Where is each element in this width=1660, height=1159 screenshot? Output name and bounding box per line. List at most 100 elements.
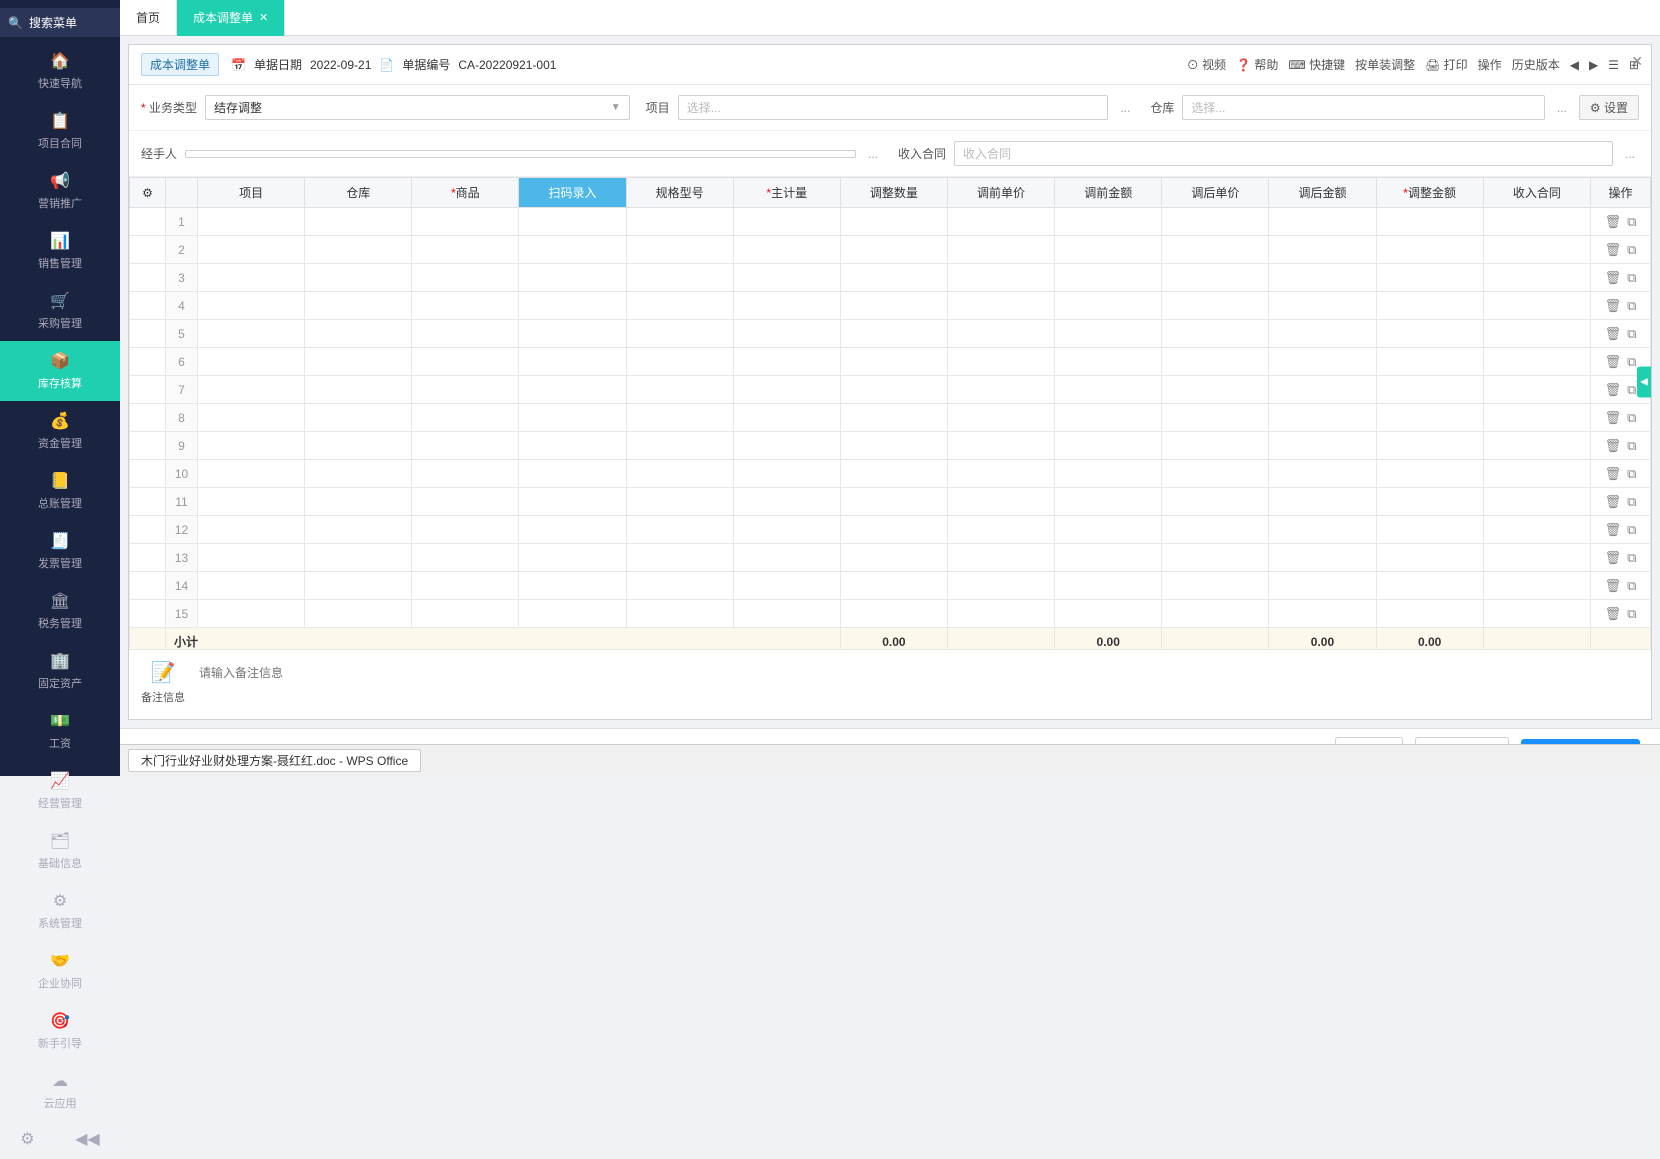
warehouse-input[interactable]: 选择... xyxy=(1182,95,1545,120)
row-adj-amount-cell[interactable] xyxy=(1376,208,1483,236)
row-project-cell[interactable] xyxy=(198,516,305,544)
sidebar-settings-icon[interactable]: ⚙ xyxy=(20,1129,34,1149)
row-post-unit-price-cell[interactable] xyxy=(1162,208,1269,236)
row-pre-amount-cell[interactable] xyxy=(1055,460,1162,488)
row-warehouse-cell[interactable] xyxy=(305,320,412,348)
row-post-unit-price-cell[interactable] xyxy=(1162,516,1269,544)
row-project-cell[interactable] xyxy=(198,600,305,628)
row-pre-unit-price-cell[interactable] xyxy=(947,208,1054,236)
row-adj-qty-cell[interactable] xyxy=(840,488,947,516)
row-adj-amount-cell[interactable] xyxy=(1376,292,1483,320)
sidebar-item-cloud-apps[interactable]: ☁ 云应用 xyxy=(0,1061,120,1121)
row-product-cell[interactable] xyxy=(412,208,519,236)
sidebar-item-ops-mgmt[interactable]: 📈 经营管理 xyxy=(0,761,120,821)
nav-prev-icon[interactable]: ◀ xyxy=(1570,58,1579,72)
row-delete-icon[interactable]: 🗑 xyxy=(1605,214,1622,230)
row-main-qty-cell[interactable] xyxy=(733,208,840,236)
row-delete-icon[interactable]: 🗑 xyxy=(1605,606,1622,622)
sidebar-item-basic-info[interactable]: 🗂 基础信息 xyxy=(0,821,120,881)
row-post-unit-price-cell[interactable] xyxy=(1162,264,1269,292)
row-pre-amount-cell[interactable] xyxy=(1055,292,1162,320)
notes-input[interactable] xyxy=(195,660,1639,700)
row-warehouse-cell[interactable] xyxy=(305,208,412,236)
income-contract-dots-button[interactable]: ... xyxy=(1621,147,1639,161)
row-adj-amount-cell[interactable] xyxy=(1376,488,1483,516)
row-project-cell[interactable] xyxy=(198,320,305,348)
row-product-cell[interactable] xyxy=(412,432,519,460)
action-operations[interactable]: 操作 xyxy=(1478,56,1502,73)
row-income-contract-cell[interactable] xyxy=(1483,320,1590,348)
warehouse-dots-button[interactable]: ... xyxy=(1553,101,1571,115)
row-product-cell[interactable] xyxy=(412,572,519,600)
row-adj-amount-cell[interactable] xyxy=(1376,264,1483,292)
row-product-cell[interactable] xyxy=(412,320,519,348)
project-input[interactable]: 选择... xyxy=(678,95,1109,120)
row-copy-icon[interactable]: ⧉ xyxy=(1627,326,1636,342)
row-spec-cell[interactable] xyxy=(626,236,733,264)
row-delete-icon[interactable]: 🗑 xyxy=(1605,438,1622,454)
row-warehouse-cell[interactable] xyxy=(305,348,412,376)
row-warehouse-cell[interactable] xyxy=(305,516,412,544)
row-spec-cell[interactable] xyxy=(626,544,733,572)
row-delete-icon[interactable]: 🗑 xyxy=(1605,382,1622,398)
row-pre-amount-cell[interactable] xyxy=(1055,376,1162,404)
row-post-amount-cell[interactable] xyxy=(1269,292,1376,320)
row-pre-amount-cell[interactable] xyxy=(1055,348,1162,376)
row-project-cell[interactable] xyxy=(198,404,305,432)
row-pre-unit-price-cell[interactable] xyxy=(947,292,1054,320)
tab-home[interactable]: 首页 xyxy=(120,0,177,36)
row-post-unit-price-cell[interactable] xyxy=(1162,544,1269,572)
row-adj-amount-cell[interactable] xyxy=(1376,432,1483,460)
row-post-amount-cell[interactable] xyxy=(1269,404,1376,432)
row-delete-icon[interactable]: 🗑 xyxy=(1605,242,1622,258)
row-adj-qty-cell[interactable] xyxy=(840,376,947,404)
row-spec-cell[interactable] xyxy=(626,264,733,292)
row-delete-icon[interactable]: 🗑 xyxy=(1605,494,1622,510)
row-adj-qty-cell[interactable] xyxy=(840,544,947,572)
row-spec-cell[interactable] xyxy=(626,208,733,236)
row-income-contract-cell[interactable] xyxy=(1483,292,1590,320)
row-warehouse-cell[interactable] xyxy=(305,600,412,628)
search-menu-button[interactable]: 🔍 搜索菜单 xyxy=(0,8,120,37)
row-product-cell[interactable] xyxy=(412,460,519,488)
sidebar-item-new-guide[interactable]: 🎯 新手引导 xyxy=(0,1001,120,1061)
row-warehouse-cell[interactable] xyxy=(305,236,412,264)
row-warehouse-cell[interactable] xyxy=(305,544,412,572)
sidebar-collapse-icon[interactable]: ◀◀ xyxy=(75,1129,100,1149)
row-scan-cell[interactable] xyxy=(519,236,626,264)
sidebar-item-payroll[interactable]: 💵 工资 xyxy=(0,701,120,761)
row-project-cell[interactable] xyxy=(198,460,305,488)
row-copy-icon[interactable]: ⧉ xyxy=(1627,354,1636,370)
row-pre-amount-cell[interactable] xyxy=(1055,236,1162,264)
col-header-post-amount[interactable]: 调后金额 xyxy=(1269,178,1376,208)
row-scan-cell[interactable] xyxy=(519,376,626,404)
col-header-settings[interactable]: ⚙ xyxy=(130,178,166,208)
row-income-contract-cell[interactable] xyxy=(1483,236,1590,264)
row-main-qty-cell[interactable] xyxy=(733,572,840,600)
row-main-qty-cell[interactable] xyxy=(733,264,840,292)
action-view[interactable]: ⊙ 视频 xyxy=(1187,56,1226,73)
sidebar-item-system-mgmt[interactable]: ⚙ 系统管理 xyxy=(0,881,120,941)
row-delete-icon[interactable]: 🗑 xyxy=(1605,550,1622,566)
sidebar-item-quick-nav[interactable]: 🏠 快速导航 xyxy=(0,41,120,101)
biz-type-input[interactable]: 结存调整 ▼ xyxy=(205,95,630,120)
row-main-qty-cell[interactable] xyxy=(733,376,840,404)
handler-dots-button[interactable]: ... xyxy=(864,147,882,161)
row-copy-icon[interactable]: ⧉ xyxy=(1627,494,1636,510)
row-income-contract-cell[interactable] xyxy=(1483,264,1590,292)
sidebar-item-sales-mgmt[interactable]: 📊 销售管理 xyxy=(0,221,120,281)
row-pre-unit-price-cell[interactable] xyxy=(947,600,1054,628)
row-adj-amount-cell[interactable] xyxy=(1376,348,1483,376)
row-adj-qty-cell[interactable] xyxy=(840,348,947,376)
row-pre-unit-price-cell[interactable] xyxy=(947,348,1054,376)
sidebar-item-tax-mgmt[interactable]: 🏛 税务管理 xyxy=(0,581,120,641)
row-pre-unit-price-cell[interactable] xyxy=(947,264,1054,292)
row-spec-cell[interactable] xyxy=(626,572,733,600)
row-product-cell[interactable] xyxy=(412,516,519,544)
row-adj-amount-cell[interactable] xyxy=(1376,404,1483,432)
row-adj-amount-cell[interactable] xyxy=(1376,572,1483,600)
action-history[interactable]: 历史版本 xyxy=(1512,56,1560,73)
col-header-income-contract[interactable]: 收入合同 xyxy=(1483,178,1590,208)
row-scan-cell[interactable] xyxy=(519,432,626,460)
row-pre-unit-price-cell[interactable] xyxy=(947,544,1054,572)
